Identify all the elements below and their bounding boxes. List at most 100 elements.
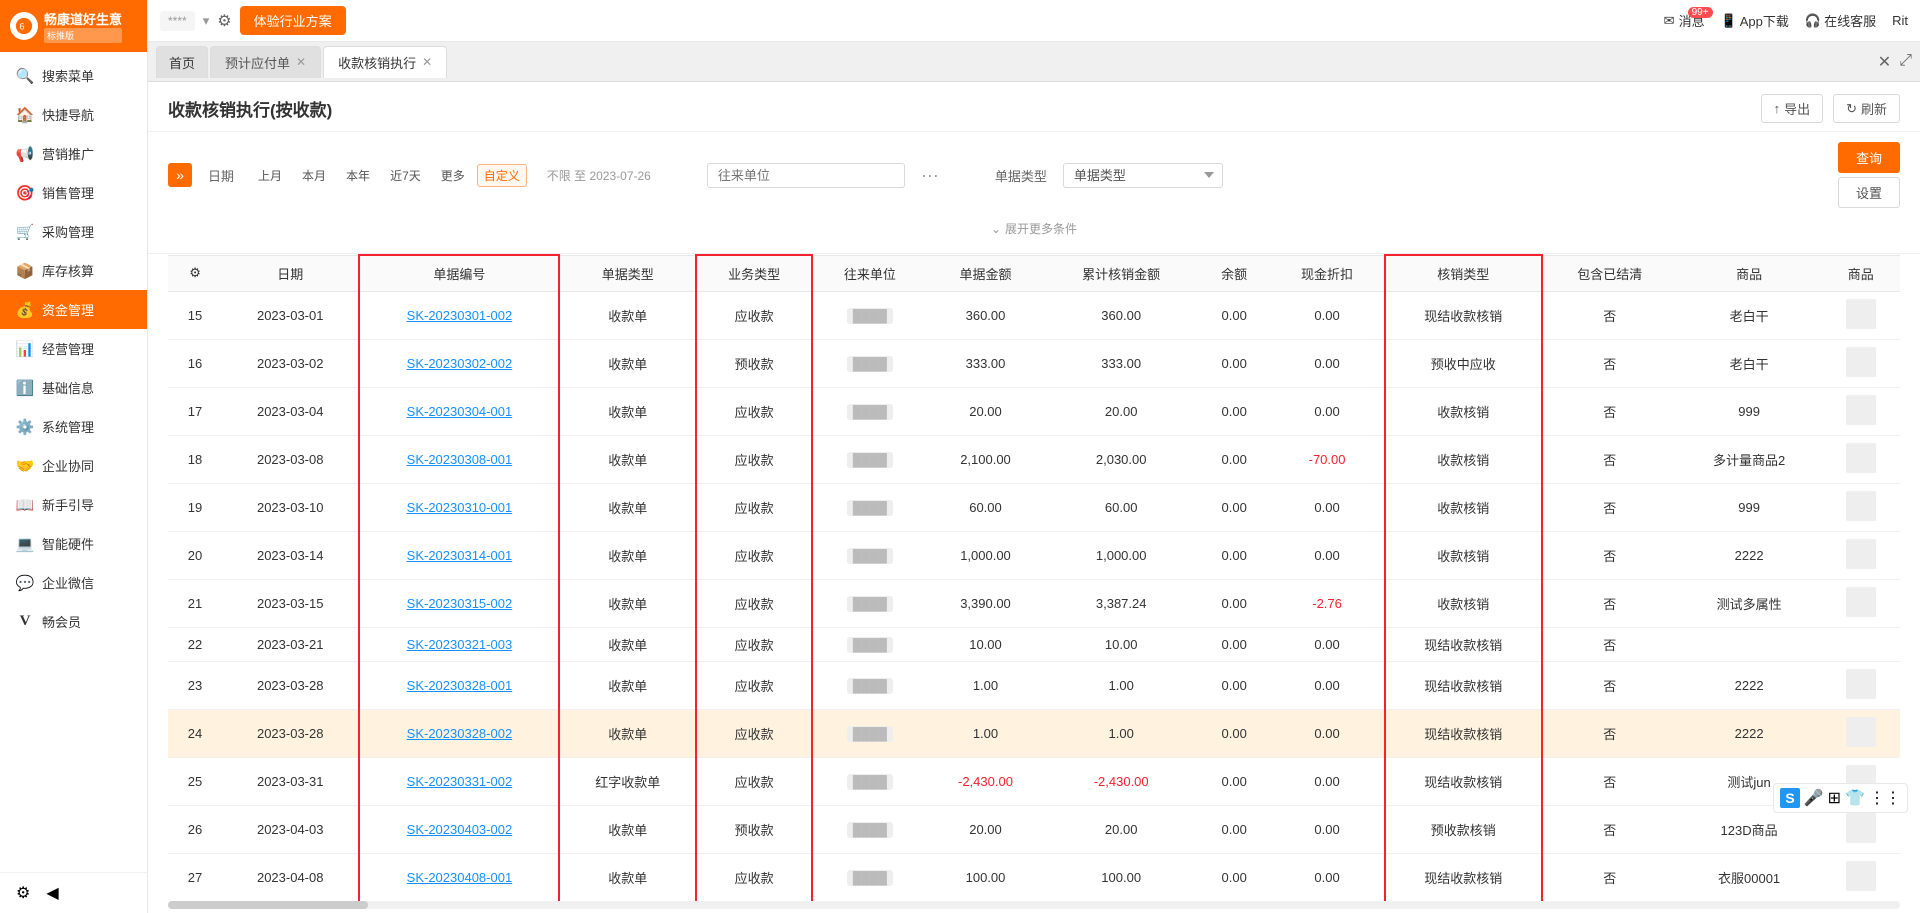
sidebar-item-quick[interactable]: 🏠 快捷导航 — [0, 95, 147, 134]
sidebar-item-purchase[interactable]: 🛒 采购管理 — [0, 212, 147, 251]
query-btn[interactable]: 查询 — [1838, 142, 1900, 173]
row-amount: 100.00 — [927, 854, 1045, 902]
online-service-btn[interactable]: 🎧 在线客服 — [1805, 11, 1876, 30]
filter-bar: » 日期 上月 本月 本年 近7天 更多 自定义 不限 至 2023-07-26… — [148, 132, 1920, 254]
row-date: 2023-03-01 — [222, 292, 359, 340]
table-horizontal-scrollbar[interactable] — [168, 901, 1900, 909]
mic-icon[interactable]: 🎤 — [1804, 788, 1824, 808]
row-accum: 2,030.00 — [1044, 436, 1198, 484]
sidebar-item-label: 新手引导 — [42, 495, 94, 514]
sidebar-item-member[interactable]: V 畅会员 — [0, 602, 147, 641]
date-this-year[interactable]: 本年 — [338, 165, 378, 186]
row-goods: 2222 — [1677, 532, 1822, 580]
col-verify-type: 核销类型 — [1385, 255, 1542, 292]
tab-prepay[interactable]: 预计应付单 ✕ — [210, 46, 321, 78]
partner-input[interactable] — [707, 163, 905, 188]
guide-icon: 📖 — [16, 496, 34, 514]
settings-icon[interactable]: ⚙ — [16, 883, 30, 903]
apps-icon[interactable]: ⋮⋮ — [1869, 788, 1901, 808]
sales-icon: 🎯 — [16, 184, 34, 202]
expand-btn[interactable]: ⌄ 展开更多条件 — [991, 220, 1077, 237]
sidebar-item-search[interactable]: 🔍 搜索菜单 — [0, 56, 147, 95]
row-no: 27 — [168, 854, 222, 902]
filter-toggle-btn[interactable]: » — [168, 163, 192, 187]
sidebar-item-hardware[interactable]: 💻 智能硬件 — [0, 524, 147, 563]
app-download-btn[interactable]: 📱 App下载 — [1721, 11, 1789, 30]
topbar: **** ▾ ⚙ 体验行业方案 ✉ 消息 99+ 📱 App下载 🎧 在线客服 … — [148, 0, 1920, 42]
sidebar-item-wechat[interactable]: 💬 企业微信 — [0, 563, 147, 602]
tab-collect[interactable]: 收款核销执行 ✕ — [323, 46, 447, 78]
row-doc-type: 收款单 — [559, 436, 696, 484]
row-no: 24 — [168, 710, 222, 758]
col-settings[interactable]: ⚙ — [168, 255, 222, 292]
row-biz-type: 应收款 — [696, 484, 812, 532]
sidebar-item-corp[interactable]: 🤝 企业协同 — [0, 446, 147, 485]
row-verify-type: 收款核销 — [1385, 532, 1542, 580]
row-verify-type: 收款核销 — [1385, 484, 1542, 532]
date-custom[interactable]: 自定义 — [477, 164, 527, 187]
date-this-month[interactable]: 本月 — [294, 165, 334, 186]
main-area: **** ▾ ⚙ 体验行业方案 ✉ 消息 99+ 📱 App下载 🎧 在线客服 … — [148, 0, 1920, 913]
message-btn[interactable]: ✉ 消息 99+ — [1664, 11, 1705, 30]
export-btn[interactable]: ↑ 导出 — [1761, 94, 1824, 123]
grid2-icon[interactable]: ⊞ — [1828, 788, 1841, 808]
date-label: 日期 — [208, 166, 234, 185]
row-discount: 0.00 — [1270, 532, 1385, 580]
sidebar-item-operation[interactable]: 📊 经营管理 — [0, 329, 147, 368]
row-date: 2023-03-31 — [222, 758, 359, 806]
row-doc-type: 收款单 — [559, 806, 696, 854]
s-logo[interactable]: S — [1780, 788, 1799, 808]
collapse-icon[interactable]: ◀ — [46, 883, 58, 903]
sidebar-item-label: 资金管理 — [42, 300, 94, 319]
table-row: 19 2023-03-10 SK-20230310-001 收款单 应收款 ██… — [168, 484, 1900, 532]
refresh-btn[interactable]: ↻ 刷新 — [1833, 94, 1900, 123]
sidebar-item-system[interactable]: ⚙️ 系统管理 — [0, 407, 147, 446]
page-header: 收款核销执行(按收款) ↑ 导出 ↻ 刷新 — [148, 82, 1920, 132]
table-row: 17 2023-03-04 SK-20230304-001 收款单 应收款 ██… — [168, 388, 1900, 436]
row-biz-type: 预收款 — [696, 806, 812, 854]
sidebar-item-basic[interactable]: ℹ️ 基础信息 — [0, 368, 147, 407]
sidebar-item-finance[interactable]: 💰 资金管理 — [0, 290, 147, 329]
gear-icon[interactable]: ⚙ — [217, 11, 231, 31]
row-partner: ████ — [812, 532, 927, 580]
date-7days[interactable]: 近7天 — [382, 165, 429, 186]
user-info[interactable]: Rit — [1892, 13, 1908, 28]
date-more[interactable]: 更多 — [433, 165, 473, 186]
dropdown-icon[interactable]: ▾ — [203, 13, 210, 29]
tab-close-all-icon[interactable]: ✕ — [1878, 52, 1891, 72]
tab-home[interactable]: 首页 — [156, 46, 208, 78]
address-text: **** — [160, 11, 195, 31]
row-verify-type: 现结收款核销 — [1385, 628, 1542, 662]
sidebar-item-sales[interactable]: 🎯 销售管理 — [0, 173, 147, 212]
row-partner: ████ — [812, 292, 927, 340]
sidebar-item-guide[interactable]: 📖 新手引导 — [0, 485, 147, 524]
sidebar-item-label: 库存核算 — [42, 261, 94, 280]
row-included: 否 — [1542, 580, 1677, 628]
table-row: 20 2023-03-14 SK-20230314-001 收款单 应收款 ██… — [168, 532, 1900, 580]
row-doc-type: 红字收款单 — [559, 758, 696, 806]
table-row: 23 2023-03-28 SK-20230328-001 收款单 应收款 ██… — [168, 662, 1900, 710]
date-last-month[interactable]: 上月 — [250, 165, 290, 186]
filter-dots[interactable]: ··· — [921, 165, 939, 186]
row-goods: 测试多属性 — [1677, 580, 1822, 628]
shirt-icon[interactable]: 👕 — [1845, 788, 1865, 808]
doc-type-select[interactable]: 单据类型 收款单 红字收款单 — [1063, 163, 1223, 188]
search-icon: 🔍 — [16, 67, 34, 85]
sidebar-item-marketing[interactable]: 📢 营销推广 — [0, 134, 147, 173]
row-included: 否 — [1542, 532, 1677, 580]
settings-btn[interactable]: 设置 — [1838, 177, 1900, 208]
home-icon: 🏠 — [16, 106, 34, 124]
tab-prepay-close[interactable]: ✕ — [296, 55, 306, 69]
row-goods: 衣服00001 — [1677, 854, 1822, 902]
row-doc-type: 收款单 — [559, 532, 696, 580]
row-discount: 0.00 — [1270, 340, 1385, 388]
row-doc-no: SK-20230314-001 — [359, 532, 559, 580]
scrollbar-thumb[interactable] — [168, 901, 368, 909]
row-no: 21 — [168, 580, 222, 628]
tab-collect-close[interactable]: ✕ — [422, 55, 432, 69]
solution-btn[interactable]: 体验行业方案 — [240, 6, 346, 35]
sidebar-item-inventory[interactable]: 📦 库存核算 — [0, 251, 147, 290]
row-amount: 3,390.00 — [927, 580, 1045, 628]
tab-maximize-icon[interactable]: ⤢ — [1899, 52, 1912, 72]
row-no: 15 — [168, 292, 222, 340]
